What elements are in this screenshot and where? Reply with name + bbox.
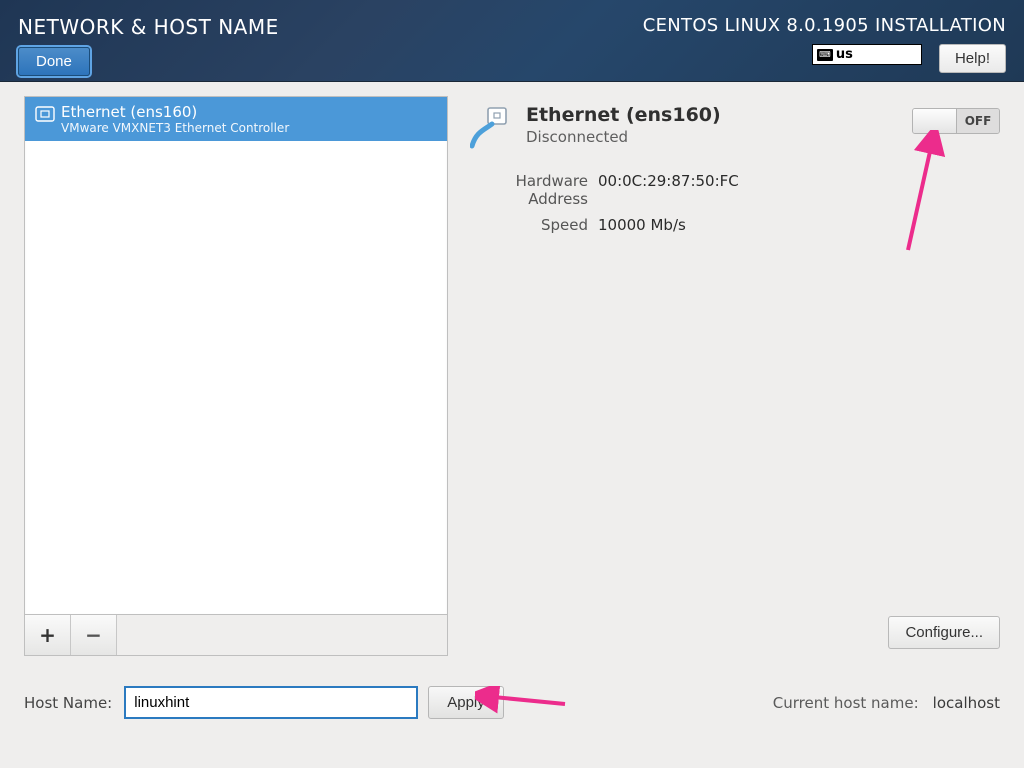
toggle-knob: [913, 109, 957, 133]
property-value: 00:0C:29:87:50:FC: [598, 172, 739, 208]
current-hostname-value: localhost: [933, 694, 1000, 712]
remove-device-button[interactable]: −: [71, 615, 117, 655]
ethernet-icon: [35, 103, 61, 135]
property-label: Hardware Address: [466, 172, 598, 208]
hostname-label: Host Name:: [24, 694, 112, 712]
toolbar-spacer: [117, 615, 447, 655]
interface-properties: Hardware Address 00:0C:29:87:50:FC Speed…: [466, 172, 1000, 234]
interface-toggle[interactable]: OFF: [912, 108, 1000, 134]
device-name: Ethernet (ens160): [61, 103, 437, 121]
configure-button[interactable]: Configure...: [888, 616, 1000, 649]
header-bar: NETWORK & HOST NAME Done CENTOS LINUX 8.…: [0, 0, 1024, 82]
keyboard-layout-code: us: [836, 47, 853, 62]
current-hostname-label: Current host name:: [773, 694, 919, 712]
page-title: NETWORK & HOST NAME: [18, 15, 279, 39]
done-button[interactable]: Done: [18, 47, 90, 76]
apply-button[interactable]: Apply: [428, 686, 504, 719]
hostname-input[interactable]: [124, 686, 418, 719]
device-toolbar: + −: [24, 614, 448, 656]
toggle-label: OFF: [957, 109, 999, 133]
help-button[interactable]: Help!: [939, 44, 1006, 73]
distro-title: CENTOS LINUX 8.0.1905 INSTALLATION: [643, 15, 1006, 36]
main-area: Ethernet (ens160) VMware VMXNET3 Etherne…: [0, 82, 1024, 662]
ethernet-cable-icon: [466, 104, 522, 154]
device-description: VMware VMXNET3 Ethernet Controller: [61, 121, 437, 135]
property-row: Speed 10000 Mb/s: [466, 216, 1000, 234]
hostname-bar: Host Name: Apply Current host name: loca…: [0, 662, 1024, 719]
property-value: 10000 Mb/s: [598, 216, 686, 234]
property-row: Hardware Address 00:0C:29:87:50:FC: [466, 172, 1000, 208]
keyboard-icon: ⌨: [817, 49, 833, 61]
keyboard-layout-indicator[interactable]: ⌨us: [812, 44, 922, 65]
add-device-button[interactable]: +: [25, 615, 71, 655]
property-label: Speed: [466, 216, 598, 234]
device-list-item[interactable]: Ethernet (ens160) VMware VMXNET3 Etherne…: [25, 97, 447, 141]
device-list[interactable]: Ethernet (ens160) VMware VMXNET3 Etherne…: [24, 96, 448, 614]
